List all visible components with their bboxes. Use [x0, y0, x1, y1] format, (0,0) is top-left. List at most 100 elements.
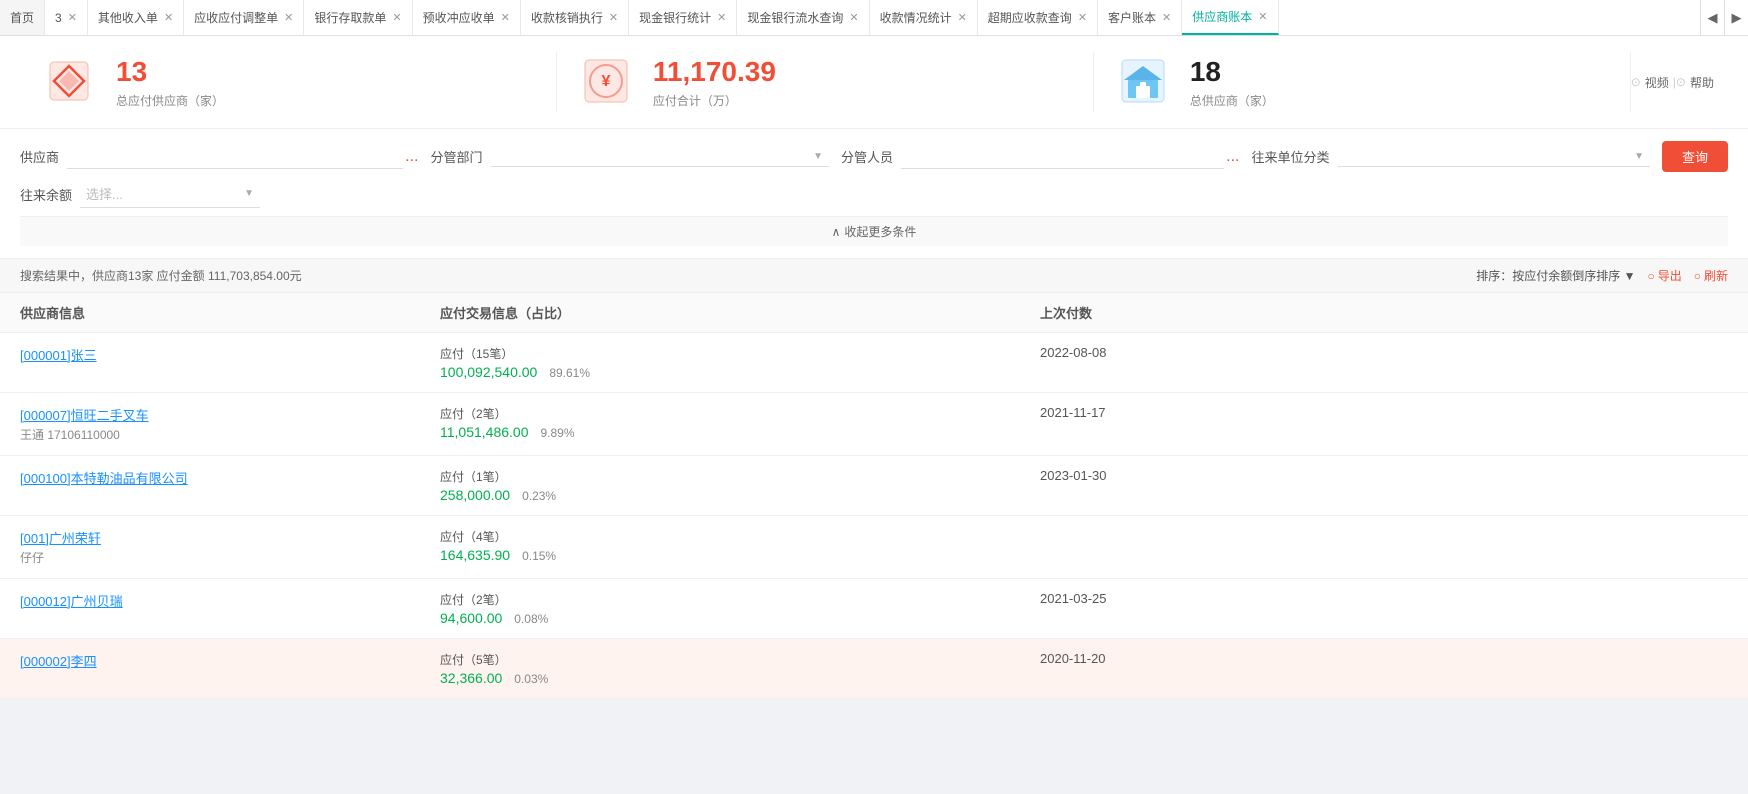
- supplier-link-2[interactable]: [000100]本特勒油品有限公司: [20, 468, 440, 487]
- nav-item-home[interactable]: 首页: [0, 0, 45, 35]
- transaction-row-2: 258,000.00 0.23%: [440, 487, 1040, 503]
- nav-label-tab3: 3: [55, 11, 62, 25]
- nav-item-supplier-account[interactable]: 供应商账本 ✕: [1182, 0, 1278, 35]
- close-icon-supplier-account[interactable]: ✕: [1258, 10, 1267, 23]
- col-header-supplier: 供应商信息: [20, 303, 440, 322]
- nav-item-cash-bank-flow[interactable]: 现金银行流水查询 ✕: [737, 0, 869, 35]
- search-button[interactable]: 查询: [1662, 141, 1728, 172]
- transaction-label-3: 应付（4笔）: [440, 528, 1040, 545]
- close-icon-overdue-query[interactable]: ✕: [1078, 11, 1087, 24]
- transaction-amount-5: 32,366.00: [440, 670, 502, 686]
- close-icon-customer-account[interactable]: ✕: [1162, 11, 1171, 24]
- transaction-row-5: 32,366.00 0.03%: [440, 670, 1040, 686]
- summary-card-total-suppliers: 18 总供应商（家）: [1094, 52, 1631, 112]
- nav-item-overdue-query[interactable]: 超期应收款查询 ✕: [978, 0, 1098, 35]
- transaction-row-1: 11,051,486.00 9.89%: [440, 424, 1040, 440]
- transaction-label-1: 应付（2笔）: [440, 405, 1040, 422]
- nav-item-tab3[interactable]: 3 ✕: [45, 0, 88, 35]
- filter-area: 供应商 ... 分管部门 ▼ 分管人员 ... 往来单位分类 ▼ 查询: [0, 129, 1748, 259]
- filter-category: 往来单位分类 ▼: [1252, 147, 1651, 167]
- close-icon-receipt-verify[interactable]: ✕: [609, 11, 618, 24]
- nav-item-receipt-verify[interactable]: 收款核销执行 ✕: [521, 0, 629, 35]
- store-icon: [1114, 52, 1174, 112]
- close-icon-advance-reconcile[interactable]: ✕: [501, 11, 510, 24]
- transaction-pct-2: 0.23%: [522, 489, 556, 503]
- last-pay-cell-2: 2023-01-30: [1040, 468, 1728, 483]
- table-container: 供应商信息 应付交易信息（占比） 上次付数 [000001]张三 应付（15笔）…: [0, 293, 1748, 699]
- close-icon-other-income[interactable]: ✕: [164, 11, 173, 24]
- supplier-link-0[interactable]: [000001]张三: [20, 345, 440, 364]
- nav-item-cash-bank-stat[interactable]: 现金银行统计 ✕: [629, 0, 737, 35]
- nav-item-receipt-stat[interactable]: 收款情况统计 ✕: [870, 0, 978, 35]
- nav-label-ap-adjust: 应收应付调整单: [194, 9, 278, 26]
- summary-number-payable-suppliers: 13: [116, 55, 224, 89]
- balance-select-button[interactable]: 选择... ▼: [80, 180, 260, 208]
- filter-dept: 分管部门 ▼: [431, 147, 830, 167]
- supplier-link-5[interactable]: [000002]李四: [20, 651, 440, 670]
- filter-balance: 往来余额 选择... ▼: [20, 180, 320, 208]
- refresh-icon: ○: [1694, 269, 1701, 283]
- nav-label-cash-bank-stat: 现金银行统计: [639, 9, 711, 26]
- close-icon-tab3[interactable]: ✕: [68, 11, 77, 24]
- video-link[interactable]: 视频: [1645, 74, 1669, 91]
- nav-item-other-income[interactable]: 其他收入单 ✕: [88, 0, 184, 35]
- close-icon-bank-deposit[interactable]: ✕: [392, 11, 401, 24]
- person-dots-button[interactable]: ...: [1226, 148, 1239, 166]
- transaction-label-5: 应付（5笔）: [440, 651, 1040, 668]
- supplier-filter-label: 供应商: [20, 147, 59, 166]
- table-row: [000002]李四 应付（5笔） 32,366.00 0.03% 2020-1…: [0, 639, 1748, 699]
- export-button[interactable]: ○ 导出: [1647, 267, 1681, 284]
- table-body: [000001]张三 应付（15笔） 100,092,540.00 89.61%…: [0, 333, 1748, 699]
- chevron-down-icon-category: ▼: [1634, 151, 1644, 162]
- dept-select-button[interactable]: ▼: [491, 147, 829, 167]
- help-link[interactable]: 帮助: [1690, 74, 1714, 91]
- last-pay-date-5: 2020-11-20: [1040, 651, 1106, 666]
- transaction-pct-1: 9.89%: [541, 426, 575, 440]
- nav-item-ap-adjust[interactable]: 应收应付调整单 ✕: [184, 0, 304, 35]
- nav-label-home: 首页: [10, 9, 34, 26]
- supplier-dots-button[interactable]: ...: [405, 148, 418, 166]
- close-icon-receipt-stat[interactable]: ✕: [958, 11, 967, 24]
- nav-label-receipt-verify: 收款核销执行: [531, 9, 603, 26]
- supplier-link-4[interactable]: [000012]广州贝瑞: [20, 591, 440, 610]
- close-icon-cash-bank-stat[interactable]: ✕: [717, 11, 726, 24]
- supplier-input[interactable]: [67, 145, 403, 169]
- transaction-pct-4: 0.08%: [514, 612, 548, 626]
- transaction-cell-3: 应付（4笔） 164,635.90 0.15%: [440, 528, 1040, 563]
- summary-number-ap-total: 11,170.39: [653, 55, 776, 89]
- refresh-label: 刷新: [1704, 267, 1728, 284]
- close-icon-ap-adjust[interactable]: ✕: [284, 11, 293, 24]
- table-row: [000007]恒旺二手叉车 王通 17106110000 应付（2笔） 11,…: [0, 393, 1748, 456]
- collapse-button[interactable]: ∧ 收起更多条件: [20, 216, 1728, 246]
- transaction-label-2: 应付（1笔）: [440, 468, 1040, 485]
- summary-bar: 13 总应付供应商（家） ¥ 11,170.39 应付合计（万）: [0, 36, 1748, 129]
- balance-filter-label: 往来余额: [20, 185, 72, 204]
- transaction-row-3: 164,635.90 0.15%: [440, 547, 1040, 563]
- supplier-cell-0: [000001]张三: [20, 345, 440, 364]
- nav-label-advance-reconcile: 预收冲应收单: [423, 9, 495, 26]
- table-row: [000001]张三 应付（15笔） 100,092,540.00 89.61%…: [0, 333, 1748, 393]
- nav-next-button[interactable]: ▶: [1724, 0, 1748, 36]
- summary-number-total-suppliers: 18: [1190, 55, 1274, 89]
- nav-item-bank-deposit[interactable]: 银行存取款单 ✕: [304, 0, 412, 35]
- chevron-down-icon-dept: ▼: [813, 151, 823, 162]
- nav-item-customer-account[interactable]: 客户账本 ✕: [1098, 0, 1182, 35]
- summary-info-payable-suppliers: 13 总应付供应商（家）: [116, 55, 224, 110]
- transaction-cell-4: 应付（2笔） 94,600.00 0.08%: [440, 591, 1040, 626]
- supplier-link-3[interactable]: [001]广州荣轩: [20, 528, 440, 547]
- sort-button[interactable]: 排序：按应付余额倒序排序 ▼: [1476, 267, 1635, 284]
- nav-item-advance-reconcile[interactable]: 预收冲应收单 ✕: [413, 0, 521, 35]
- supplier-sub-1: 王通 17106110000: [20, 426, 440, 443]
- supplier-link-1[interactable]: [000007]恒旺二手叉车: [20, 405, 440, 424]
- transaction-cell-1: 应付（2笔） 11,051,486.00 9.89%: [440, 405, 1040, 440]
- chevron-down-icon-balance: ▼: [244, 188, 254, 199]
- category-select-button[interactable]: ▼: [1338, 147, 1650, 167]
- refresh-button[interactable]: ○ 刷新: [1694, 267, 1728, 284]
- circle-help-icon: ⊙: [1676, 75, 1686, 89]
- close-icon-cash-bank-flow[interactable]: ✕: [849, 11, 858, 24]
- sort-chevron-icon: ▼: [1624, 269, 1636, 283]
- supplier-cell-4: [000012]广州贝瑞: [20, 591, 440, 610]
- nav-prev-button[interactable]: ◀: [1700, 0, 1724, 36]
- person-input[interactable]: [901, 145, 1224, 169]
- last-pay-date-1: 2021-11-17: [1040, 405, 1106, 420]
